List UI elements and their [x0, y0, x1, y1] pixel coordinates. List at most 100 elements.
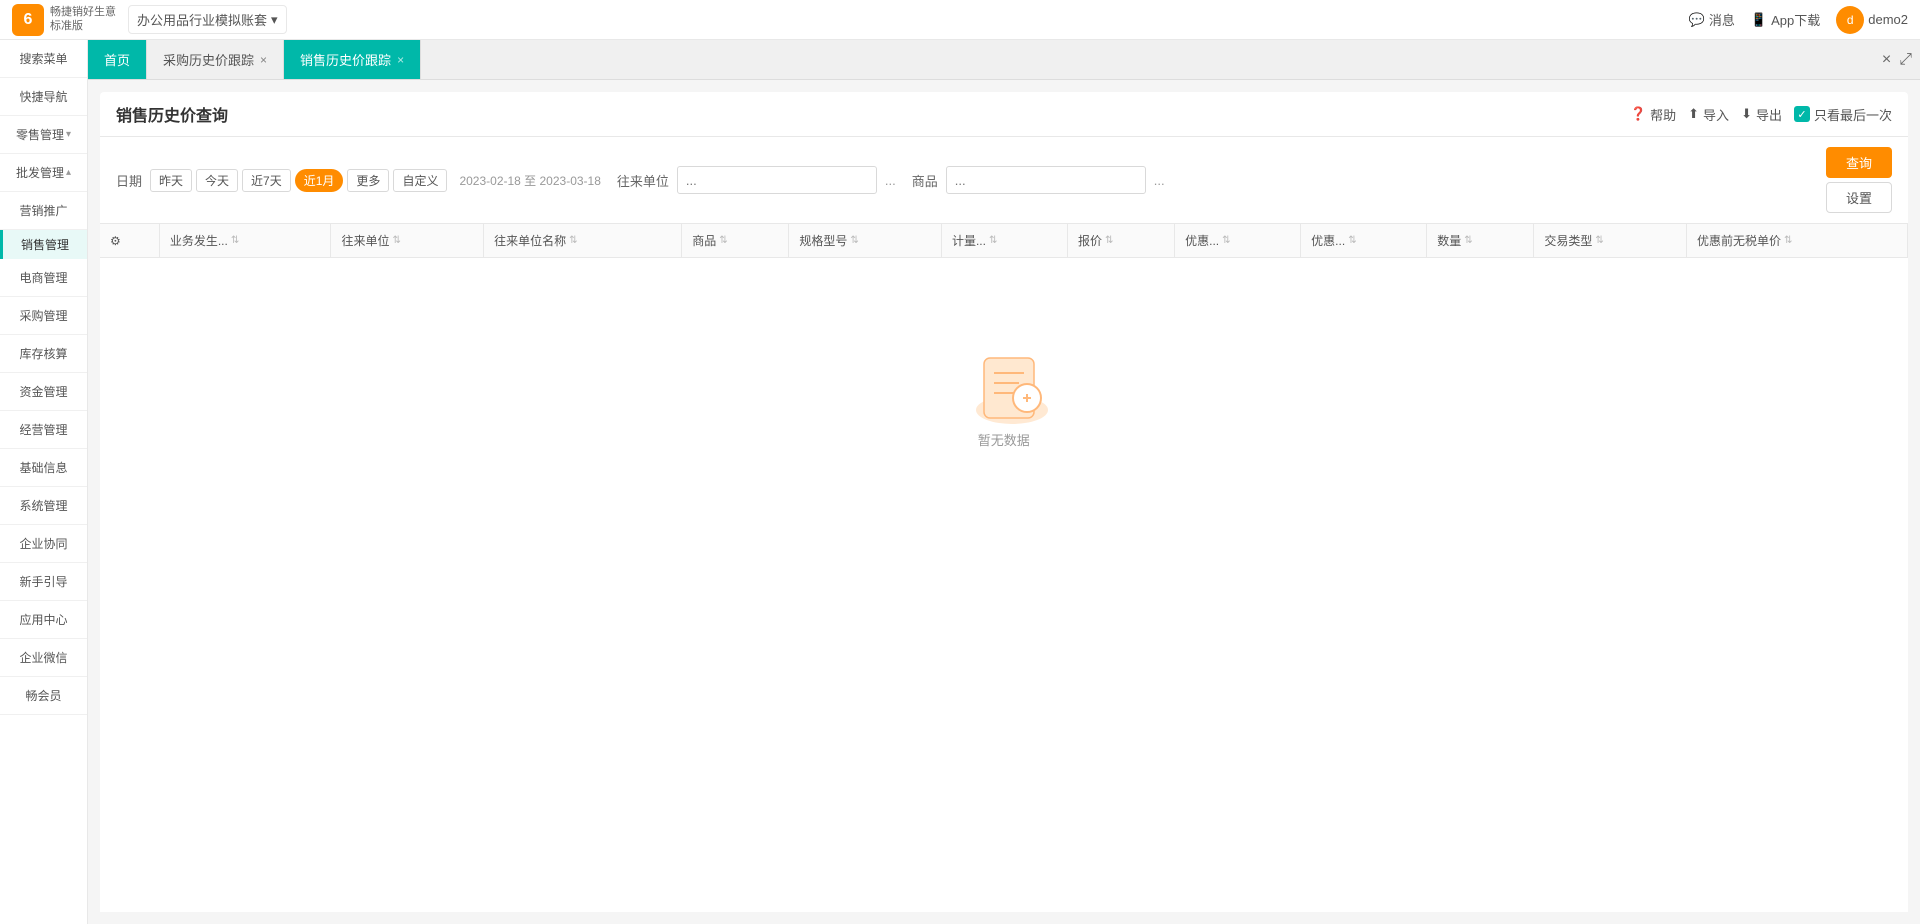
sidebar-item-newbie[interactable]: 新手引导 — [0, 563, 87, 601]
close-tab-button[interactable]: × — [1882, 51, 1891, 69]
page-title-bar: 销售历史价查询 ❓ 帮助 ⬆ 导入 ⬇ 导出 ✓ — [100, 92, 1908, 137]
sidebar-item-wholesale[interactable]: 批发管理 ▴ — [0, 154, 87, 192]
th-price[interactable]: 报价 ⇅ — [1068, 224, 1175, 258]
sort-icon[interactable]: ⇅ — [1105, 235, 1113, 246]
th-discount1-label: 优惠... — [1185, 232, 1219, 249]
tab-sales-close[interactable]: × — [397, 53, 404, 67]
message-label: 消息 — [1709, 10, 1735, 29]
tab-sales[interactable]: 销售历史价跟踪 × — [284, 40, 421, 79]
user-area[interactable]: d demo2 — [1836, 6, 1908, 34]
th-discount2-label: 优惠... — [1311, 232, 1345, 249]
tab-purchase-close[interactable]: × — [260, 53, 267, 67]
sort-icon[interactable]: ⇅ — [1595, 235, 1603, 246]
th-gear[interactable]: ⚙ — [100, 224, 159, 258]
message-button[interactable]: 💬 消息 — [1689, 10, 1735, 29]
sort-icon[interactable]: ⇅ — [1784, 235, 1792, 246]
sidebar-item-member[interactable]: 畅会员 — [0, 677, 87, 715]
sidebar-item-basic[interactable]: 基础信息 — [0, 449, 87, 487]
sidebar-item-search[interactable]: 搜索菜单 — [0, 40, 87, 78]
main-layout: 搜索菜单 快捷导航 零售管理 ▾ 批发管理 ▴ 营销推广 销售管理 电商管理 采… — [0, 40, 1920, 924]
th-trade-type[interactable]: 交易类型 ⇅ — [1534, 224, 1687, 258]
product-dots: ... — [1154, 173, 1165, 188]
th-partner-name[interactable]: 往来单位名称 ⇅ — [484, 224, 682, 258]
date-btn-7days[interactable]: 近7天 — [242, 169, 291, 192]
logo-icon: 6 — [12, 4, 44, 36]
sort-icon[interactable]: ⇅ — [1348, 235, 1356, 246]
tab-sales-label: 销售历史价跟踪 — [300, 50, 391, 69]
sort-icon[interactable]: ⇅ — [569, 235, 577, 246]
user-label: demo2 — [1868, 12, 1908, 27]
th-pretax-price-label: 优惠前无税单价 — [1697, 232, 1781, 249]
settings-button[interactable]: 设置 — [1826, 182, 1892, 213]
top-right: 💬 消息 📱 App下载 d demo2 — [1689, 6, 1908, 34]
tab-actions: × ⤢ — [1874, 40, 1920, 79]
sort-icon[interactable]: ⇅ — [1464, 235, 1472, 246]
th-discount2[interactable]: 优惠... ⇅ — [1301, 224, 1427, 258]
partner-dots: ... — [885, 173, 896, 188]
sidebar-item-ecommerce[interactable]: 电商管理 — [0, 259, 87, 297]
sort-icon[interactable]: ⇅ — [392, 235, 400, 246]
sidebar-item-purchase[interactable]: 采购管理 — [0, 297, 87, 335]
th-product[interactable]: 商品 ⇅ — [682, 224, 789, 258]
export-button[interactable]: ⬇ 导出 — [1741, 105, 1782, 124]
download-button[interactable]: 📱 App下载 — [1751, 10, 1820, 29]
sidebar: 搜索菜单 快捷导航 零售管理 ▾ 批发管理 ▴ 营销推广 销售管理 电商管理 采… — [0, 40, 88, 924]
date-btn-custom[interactable]: 自定义 — [393, 169, 447, 192]
th-partner-code-label: 往来单位 — [341, 232, 389, 249]
sidebar-item-operations[interactable]: 经营管理 — [0, 411, 87, 449]
help-button[interactable]: ❓ 帮助 — [1630, 105, 1676, 124]
logo-text: 畅捷销好生意标准版 — [50, 6, 116, 32]
sort-icon[interactable]: ⇅ — [1222, 235, 1230, 246]
th-spec[interactable]: 规格型号 ⇅ — [789, 224, 942, 258]
th-biz-date[interactable]: 业务发生... ⇅ — [159, 224, 331, 258]
empty-icon — [964, 338, 1044, 418]
sort-icon[interactable]: ⇅ — [719, 235, 727, 246]
import-button[interactable]: ⬆ 导入 — [1688, 105, 1729, 124]
date-btn-today[interactable]: 今天 — [196, 169, 238, 192]
sort-icon[interactable]: ⇅ — [850, 235, 858, 246]
empty-state: 暂无数据 — [100, 258, 1908, 529]
sidebar-item-system[interactable]: 系统管理 — [0, 487, 87, 525]
sidebar-item-wechat[interactable]: 企业微信 — [0, 639, 87, 677]
avatar: d — [1836, 6, 1864, 34]
partner-input[interactable] — [677, 166, 877, 194]
import-label: 导入 — [1703, 105, 1729, 124]
sidebar-item-marketing[interactable]: 营销推广 — [0, 192, 87, 230]
date-filter-group: 日期 昨天 今天 近7天 近1月 更多 自定义 2023-02-18 至 202… — [116, 169, 601, 192]
th-qty[interactable]: 数量 ⇅ — [1427, 224, 1534, 258]
content-area: 首页 采购历史价跟踪 × 销售历史价跟踪 × × ⤢ 销售历史价查询 — [88, 40, 1920, 924]
th-pretax-price[interactable]: 优惠前无税单价 ⇅ — [1686, 224, 1907, 258]
th-discount1[interactable]: 优惠... ⇅ — [1175, 224, 1301, 258]
th-unit[interactable]: 计量... ⇅ — [941, 224, 1067, 258]
sidebar-item-sales[interactable]: 销售管理 — [0, 230, 87, 259]
sidebar-item-inventory[interactable]: 库存核算 — [0, 335, 87, 373]
sidebar-item-shortcut[interactable]: 快捷导航 — [0, 78, 87, 116]
th-spec-label: 规格型号 — [799, 232, 847, 249]
app-selector-label: 办公用品行业模拟账套 — [137, 10, 267, 29]
top-bar: 6 畅捷销好生意标准版 办公用品行业模拟账套 ▾ 💬 消息 📱 App下载 d … — [0, 0, 1920, 40]
wholesale-label: 批发管理 — [16, 164, 64, 181]
date-btn-yesterday[interactable]: 昨天 — [150, 169, 192, 192]
help-icon: ❓ — [1630, 106, 1646, 122]
product-input[interactable] — [946, 166, 1146, 194]
tab-home[interactable]: 首页 — [88, 40, 147, 79]
sidebar-item-finance[interactable]: 资金管理 — [0, 373, 87, 411]
sidebar-item-retail[interactable]: 零售管理 ▾ — [0, 116, 87, 154]
only-last-checkbox[interactable]: ✓ 只看最后一次 — [1794, 105, 1892, 124]
query-button[interactable]: 查询 — [1826, 147, 1892, 178]
fullscreen-button[interactable]: ⤢ — [1899, 51, 1912, 69]
app-selector[interactable]: 办公用品行业模拟账套 ▾ — [128, 5, 287, 34]
date-btn-1month[interactable]: 近1月 — [295, 169, 344, 192]
import-icon: ⬆ — [1688, 106, 1699, 122]
tab-purchase[interactable]: 采购历史价跟踪 × — [147, 40, 284, 79]
sort-icon[interactable]: ⇅ — [231, 235, 239, 246]
export-label: 导出 — [1756, 105, 1782, 124]
sidebar-item-enterprise[interactable]: 企业协同 — [0, 525, 87, 563]
sort-icon[interactable]: ⇅ — [989, 235, 997, 246]
sidebar-item-appstore[interactable]: 应用中心 — [0, 601, 87, 639]
th-partner-code[interactable]: 往来单位 ⇅ — [331, 224, 484, 258]
tab-bar: 首页 采购历史价跟踪 × 销售历史价跟踪 × × ⤢ — [88, 40, 1920, 80]
date-btn-more[interactable]: 更多 — [347, 169, 389, 192]
message-icon: 💬 — [1689, 12, 1705, 28]
only-last-label: 只看最后一次 — [1814, 105, 1892, 124]
